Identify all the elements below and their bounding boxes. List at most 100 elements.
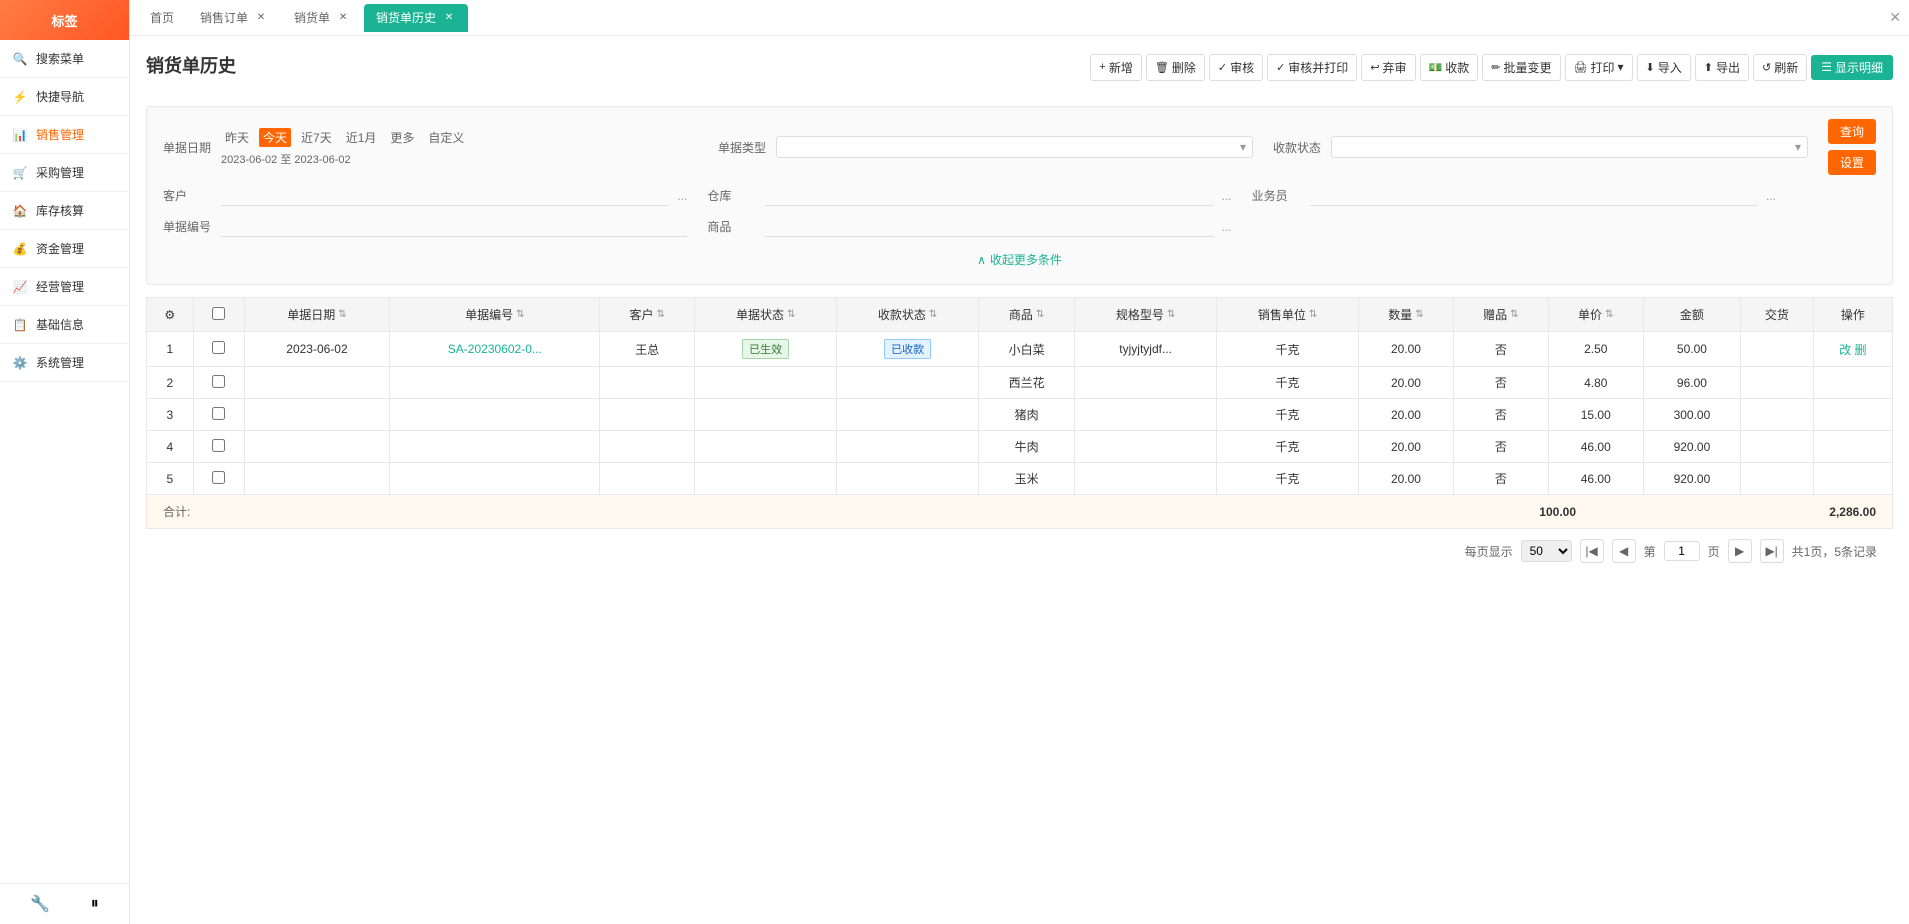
tab-sales-bill[interactable]: 销货单 ✕ xyxy=(282,4,362,32)
sidebar-item-search[interactable]: 🔍 搜索菜单 xyxy=(0,40,129,78)
page-input[interactable] xyxy=(1664,541,1700,561)
cell-checkbox-4[interactable] xyxy=(193,463,244,495)
goods-input[interactable] xyxy=(765,216,1213,237)
batch-change-button[interactable]: ✏ 批量变更 xyxy=(1482,54,1560,81)
sidebar-item-system[interactable]: ⚙️ 系统管理 xyxy=(0,344,129,382)
cell-settings-0: 1 xyxy=(147,332,194,367)
sidebar-item-label: 资金管理 xyxy=(36,240,84,257)
date-1month[interactable]: 近1月 xyxy=(342,128,381,147)
cell-payment-status-1 xyxy=(837,367,979,399)
import-button[interactable]: ⬇ 导入 xyxy=(1637,54,1691,81)
tab-history-close[interactable]: ✕ xyxy=(442,11,456,25)
salesperson-picker[interactable]: ... xyxy=(1766,189,1776,203)
payment-status-dropdown[interactable]: ▾ xyxy=(1795,140,1801,154)
date-custom[interactable]: 自定义 xyxy=(424,128,468,147)
page-size-select[interactable]: 50 100 200 xyxy=(1521,540,1572,562)
first-page-button[interactable]: |◀ xyxy=(1580,539,1604,563)
date-today[interactable]: 今天 xyxy=(259,128,291,147)
doc-no-link-0[interactable]: SA-20230602-0... xyxy=(448,342,542,356)
sort-spec-icon: ⇅ xyxy=(1167,309,1175,320)
sidebar-item-quick-nav[interactable]: ⚡ 快捷导航 xyxy=(0,78,129,116)
row-checkbox-4[interactable] xyxy=(212,471,225,484)
tab-sales-bill-close[interactable]: ✕ xyxy=(336,11,350,25)
payment-status-input[interactable] xyxy=(1338,140,1795,154)
cell-doc-no-4[interactable] xyxy=(390,463,600,495)
sidebar-item-inventory[interactable]: 🏠 库存核算 xyxy=(0,192,129,230)
approve-button[interactable]: ✓ 审核 xyxy=(1209,54,1263,81)
cell-checkbox-0[interactable] xyxy=(193,332,244,367)
new-icon: + xyxy=(1099,61,1105,73)
salesperson-input[interactable] xyxy=(1310,185,1758,206)
doc-type-input-wrapper[interactable]: ▾ xyxy=(776,136,1253,158)
refresh-button[interactable]: ↺ 刷新 xyxy=(1753,54,1807,81)
payment-button[interactable]: 💵 收款 xyxy=(1420,54,1479,81)
new-button[interactable]: + 新增 xyxy=(1090,54,1141,81)
row-checkbox-0[interactable] xyxy=(212,341,225,354)
th-unit[interactable]: 销售单位⇅ xyxy=(1217,298,1359,332)
th-qty[interactable]: 数量⇅ xyxy=(1359,298,1454,332)
cell-doc-no-2[interactable] xyxy=(390,399,600,431)
date-yesterday[interactable]: 昨天 xyxy=(221,128,253,147)
sidebar-item-sales[interactable]: 📊 销售管理 xyxy=(0,116,129,154)
th-goods[interactable]: 商品⇅ xyxy=(979,298,1075,332)
tab-sales-order-close[interactable]: ✕ xyxy=(254,11,268,25)
th-spec[interactable]: 规格型号⇅ xyxy=(1075,298,1217,332)
print-button[interactable]: 🖨 打印 ▾ xyxy=(1565,54,1633,81)
th-date[interactable]: 单据日期⇅ xyxy=(244,298,390,332)
page-size-label: 每页显示 xyxy=(1465,543,1513,560)
customer-picker[interactable]: ... xyxy=(677,189,687,203)
cell-checkbox-2[interactable] xyxy=(193,399,244,431)
th-gift[interactable]: 赠品⇅ xyxy=(1453,298,1548,332)
approve-print-button[interactable]: ✓ 审核并打印 xyxy=(1267,54,1357,81)
query-button[interactable]: 查询 xyxy=(1828,119,1876,144)
cell-doc-no-0[interactable]: SA-20230602-0... xyxy=(390,332,600,367)
select-all-checkbox[interactable] xyxy=(212,307,225,320)
sidebar-item-basic[interactable]: 📋 基础信息 xyxy=(0,306,129,344)
payment-status-input-wrapper[interactable]: ▾ xyxy=(1331,136,1808,158)
th-payment-status[interactable]: 收款状态⇅ xyxy=(837,298,979,332)
doc-no-input[interactable] xyxy=(221,216,687,237)
delete-link-0[interactable]: 删 xyxy=(1855,343,1867,357)
cell-checkbox-3[interactable] xyxy=(193,431,244,463)
cell-checkbox-1[interactable] xyxy=(193,367,244,399)
prev-page-button[interactable]: ◀ xyxy=(1612,539,1636,563)
warehouse-input[interactable] xyxy=(765,185,1213,206)
sidebar-item-finance[interactable]: 💰 资金管理 xyxy=(0,230,129,268)
tab-history[interactable]: 销货单历史 ✕ xyxy=(364,4,468,32)
tab-sales-order[interactable]: 销售订单 ✕ xyxy=(188,4,280,32)
th-doc-status[interactable]: 单据状态⇅ xyxy=(695,298,837,332)
sidebar-item-operations[interactable]: 📈 经营管理 xyxy=(0,268,129,306)
sidebar-footer-icon2[interactable]: ⏸ xyxy=(91,895,99,913)
row-checkbox-1[interactable] xyxy=(212,375,225,388)
delete-button[interactable]: 🗑 删除 xyxy=(1146,54,1205,81)
tab-close-all[interactable]: ✕ xyxy=(1889,9,1901,26)
cell-doc-no-3[interactable] xyxy=(390,431,600,463)
last-page-button[interactable]: ▶| xyxy=(1760,539,1784,563)
sidebar-item-label: 搜索菜单 xyxy=(36,50,84,67)
th-price[interactable]: 单价⇅ xyxy=(1548,298,1643,332)
display-detail-button[interactable]: ☰ 显示明细 xyxy=(1811,55,1893,80)
next-page-button[interactable]: ▶ xyxy=(1728,539,1752,563)
tab-home[interactable]: 首页 xyxy=(138,4,186,32)
date-more[interactable]: 更多 xyxy=(386,128,418,147)
th-doc-no[interactable]: 单据编号⇅ xyxy=(390,298,600,332)
date-7days[interactable]: 近7天 xyxy=(297,128,336,147)
doc-type-dropdown[interactable]: ▾ xyxy=(1240,140,1246,154)
th-settings[interactable]: ⚙ xyxy=(147,298,194,332)
edit-link-0[interactable]: 改 xyxy=(1839,343,1851,357)
doc-type-input[interactable] xyxy=(783,140,1240,154)
collapse-button[interactable]: ∧ 收起更多条件 xyxy=(163,247,1876,272)
th-customer[interactable]: 客户⇅ xyxy=(600,298,695,332)
warehouse-picker[interactable]: ... xyxy=(1222,189,1232,203)
sidebar-footer-icon1[interactable]: 🔧 xyxy=(30,894,50,914)
sidebar-item-purchase[interactable]: 🛒 采购管理 xyxy=(0,154,129,192)
row-checkbox-3[interactable] xyxy=(212,439,225,452)
cell-date-1 xyxy=(244,367,390,399)
cell-doc-no-1[interactable] xyxy=(390,367,600,399)
customer-input[interactable] xyxy=(221,185,669,206)
unapprove-button[interactable]: ↩ 弃审 xyxy=(1361,54,1415,81)
row-checkbox-2[interactable] xyxy=(212,407,225,420)
export-button[interactable]: ⬆ 导出 xyxy=(1695,54,1749,81)
settings-button[interactable]: 设置 xyxy=(1828,150,1876,175)
goods-picker[interactable]: ... xyxy=(1222,220,1232,234)
